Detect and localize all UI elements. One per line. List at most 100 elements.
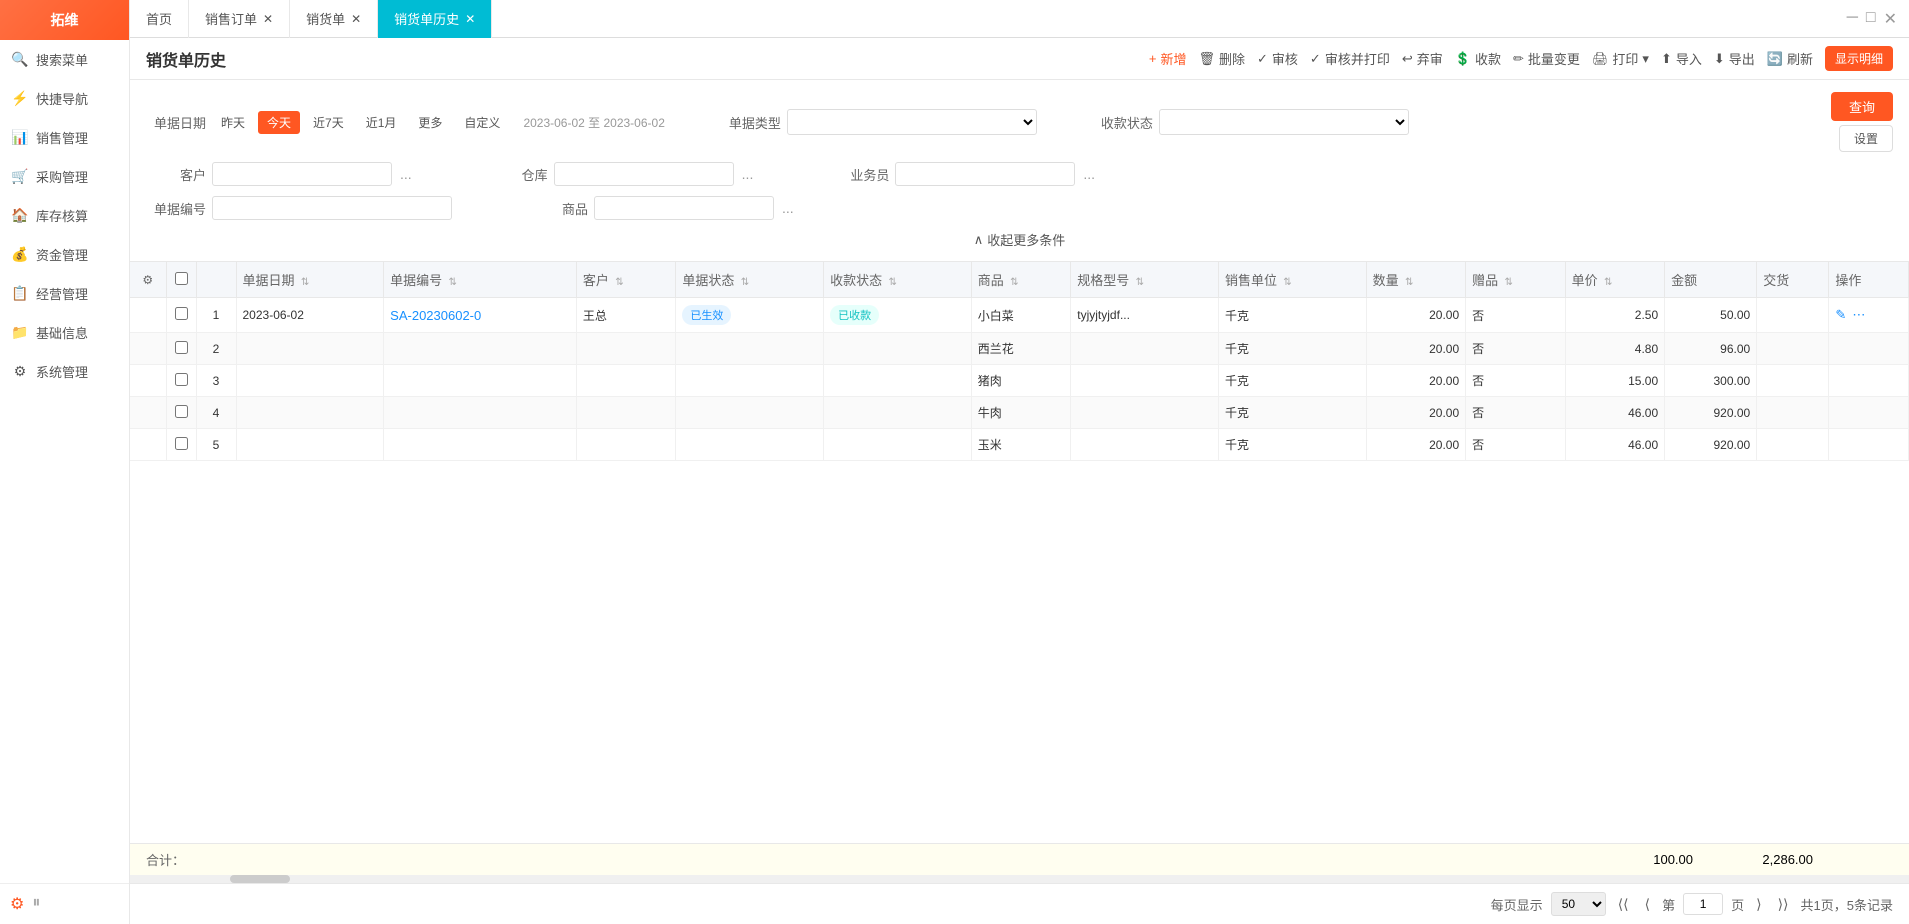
revoke-icon: ↩ bbox=[1402, 51, 1413, 67]
sidebar-item-finance[interactable]: 💰 资金管理 bbox=[0, 235, 129, 274]
sidebar-item-basic[interactable]: 📁 基础信息 bbox=[0, 313, 129, 352]
doc-no-input[interactable] bbox=[212, 196, 452, 220]
date-btn-7days[interactable]: 近7天 bbox=[304, 111, 353, 134]
sidebar-settings-icon[interactable]: ⚙ bbox=[10, 894, 24, 914]
row-docstatus-cell: 已生效 bbox=[676, 298, 824, 333]
date-btn-today[interactable]: 今天 bbox=[258, 111, 300, 134]
date-btn-1month[interactable]: 近1月 bbox=[357, 111, 406, 134]
row-amount-cell: 96.00 bbox=[1665, 333, 1757, 365]
col-date-label: 单据日期 bbox=[243, 273, 295, 288]
collect-button[interactable]: 💲 收款 bbox=[1455, 49, 1501, 68]
warehouse-dots[interactable]: ... bbox=[742, 166, 754, 182]
row-check-cell[interactable] bbox=[166, 429, 196, 461]
new-button[interactable]: + 新增 bbox=[1149, 49, 1187, 68]
approve-print-button[interactable]: ✓ 审核并打印 bbox=[1310, 49, 1390, 68]
row-checkbox[interactable] bbox=[175, 307, 188, 320]
col-price-header[interactable]: 单价 ⇅ bbox=[1565, 262, 1665, 298]
goods-input[interactable] bbox=[594, 196, 774, 220]
goods-dots[interactable]: ... bbox=[782, 200, 794, 216]
row-checkbox[interactable] bbox=[175, 373, 188, 386]
last-page-btn[interactable]: ⟩⟩ bbox=[1774, 894, 1793, 915]
import-button[interactable]: ⬆ 导入 bbox=[1661, 49, 1702, 68]
more-op-btn[interactable]: ⋯ bbox=[1852, 307, 1865, 323]
col-goods-header[interactable]: 商品 ⇅ bbox=[971, 262, 1071, 298]
row-date-cell: 2023-06-02 bbox=[236, 298, 384, 333]
sidebar-item-sales[interactable]: 📊 销售管理 bbox=[0, 118, 129, 157]
sort-qty-icon: ⇅ bbox=[1405, 277, 1413, 288]
customer-dots[interactable]: ... bbox=[400, 166, 412, 182]
col-customer-header[interactable]: 客户 ⇅ bbox=[576, 262, 676, 298]
tab-shipment-close[interactable]: ✕ bbox=[351, 12, 361, 26]
settings-button[interactable]: 设置 bbox=[1839, 125, 1893, 152]
col-check-header[interactable] bbox=[166, 262, 196, 298]
page-number-input[interactable]: 1 bbox=[1683, 893, 1723, 915]
doc-type-select[interactable] bbox=[787, 109, 1037, 135]
doc-no-link[interactable]: SA-20230602-0 bbox=[390, 308, 481, 323]
row-check-cell[interactable] bbox=[166, 365, 196, 397]
date-btn-more[interactable]: 更多 bbox=[409, 111, 451, 134]
export-button[interactable]: ⬇ 导出 bbox=[1714, 49, 1755, 68]
minimize-btn[interactable]: ─ bbox=[1847, 9, 1858, 29]
col-date-header[interactable]: 单据日期 ⇅ bbox=[236, 262, 384, 298]
horizontal-scrollbar[interactable] bbox=[130, 875, 1909, 883]
row-price-cell: 4.80 bbox=[1565, 333, 1665, 365]
sidebar-item-purchase[interactable]: 🛒 采购管理 bbox=[0, 157, 129, 196]
batch-change-button[interactable]: ✏ 批量变更 bbox=[1513, 49, 1580, 68]
tab-shipment-history[interactable]: 销货单历史 ✕ bbox=[378, 0, 492, 38]
tab-shipment-history-close[interactable]: ✕ bbox=[465, 12, 475, 26]
row-check-cell[interactable] bbox=[166, 397, 196, 429]
sidebar-item-system[interactable]: ⚙ 系统管理 bbox=[0, 352, 129, 391]
pay-status-select[interactable] bbox=[1159, 109, 1409, 135]
row-check-cell[interactable] bbox=[166, 333, 196, 365]
collapse-button[interactable]: ∧ 收起更多条件 bbox=[146, 230, 1893, 249]
scrollbar-thumb[interactable] bbox=[230, 875, 290, 883]
tab-sales-order[interactable]: 销售订单 ✕ bbox=[189, 0, 290, 38]
row-check-cell[interactable] bbox=[166, 298, 196, 333]
row-index-cell: 1 bbox=[196, 298, 236, 333]
sidebar-item-search[interactable]: 🔍 搜索菜单 bbox=[0, 40, 129, 79]
close-btn[interactable]: ✕ bbox=[1884, 9, 1897, 29]
next-page-btn[interactable]: ⟩ bbox=[1752, 894, 1765, 915]
prev-page-btn[interactable]: ⟨ bbox=[1641, 894, 1654, 915]
col-gear-header[interactable]: ⚙ bbox=[130, 262, 166, 298]
customer-input[interactable] bbox=[212, 162, 392, 186]
salesperson-dots[interactable]: ... bbox=[1083, 166, 1095, 182]
warehouse-input[interactable] bbox=[554, 162, 734, 186]
display-detail-button[interactable]: 显示明细 bbox=[1825, 46, 1893, 71]
select-all-checkbox[interactable] bbox=[175, 272, 188, 285]
date-btn-yesterday[interactable]: 昨天 bbox=[212, 111, 254, 134]
per-page-select[interactable]: 50 100 bbox=[1551, 892, 1606, 916]
col-docstatus-header[interactable]: 单据状态 ⇅ bbox=[676, 262, 824, 298]
row-customer-cell bbox=[576, 397, 676, 429]
tab-sales-order-close[interactable]: ✕ bbox=[263, 12, 273, 26]
sidebar-collapse-icon[interactable]: ⏸ bbox=[32, 894, 40, 914]
salesperson-input[interactable] bbox=[895, 162, 1075, 186]
date-btn-custom[interactable]: 自定义 bbox=[455, 111, 509, 134]
row-spec-cell bbox=[1071, 397, 1219, 429]
row-customer-cell bbox=[576, 429, 676, 461]
col-gift-header[interactable]: 赠品 ⇅ bbox=[1466, 262, 1566, 298]
row-checkbox[interactable] bbox=[175, 341, 188, 354]
refresh-button[interactable]: 🔄 刷新 bbox=[1767, 49, 1813, 68]
tab-shipment[interactable]: 销货单 ✕ bbox=[290, 0, 378, 38]
row-checkbox[interactable] bbox=[175, 437, 188, 450]
col-no-header[interactable]: 单据编号 ⇅ bbox=[384, 262, 577, 298]
col-spec-header[interactable]: 规格型号 ⇅ bbox=[1071, 262, 1219, 298]
col-paystatus-header[interactable]: 收款状态 ⇅ bbox=[824, 262, 972, 298]
tab-home[interactable]: 首页 bbox=[130, 0, 189, 38]
first-page-btn[interactable]: ⟨⟨ bbox=[1614, 894, 1633, 915]
revoke-button[interactable]: ↩ 弃审 bbox=[1402, 49, 1443, 68]
print-button[interactable]: 🖨 打印 ▾ bbox=[1592, 49, 1649, 68]
row-gift-cell: 否 bbox=[1466, 298, 1566, 333]
approve-button[interactable]: ✓ 审核 bbox=[1257, 49, 1298, 68]
search-button[interactable]: 查询 bbox=[1831, 92, 1893, 121]
sidebar-item-inventory[interactable]: 🏠 库存核算 bbox=[0, 196, 129, 235]
sidebar-item-operations[interactable]: 📋 经营管理 bbox=[0, 274, 129, 313]
edit-op-btn[interactable]: ✎ bbox=[1835, 307, 1846, 323]
col-qty-header[interactable]: 数量 ⇅ bbox=[1366, 262, 1466, 298]
delete-button[interactable]: 🗑 删除 bbox=[1198, 49, 1245, 68]
col-unit-header[interactable]: 销售单位 ⇅ bbox=[1218, 262, 1366, 298]
sidebar-item-quicknav[interactable]: ⚡ 快捷导航 bbox=[0, 79, 129, 118]
row-checkbox[interactable] bbox=[175, 405, 188, 418]
maximize-btn[interactable]: □ bbox=[1866, 9, 1876, 29]
